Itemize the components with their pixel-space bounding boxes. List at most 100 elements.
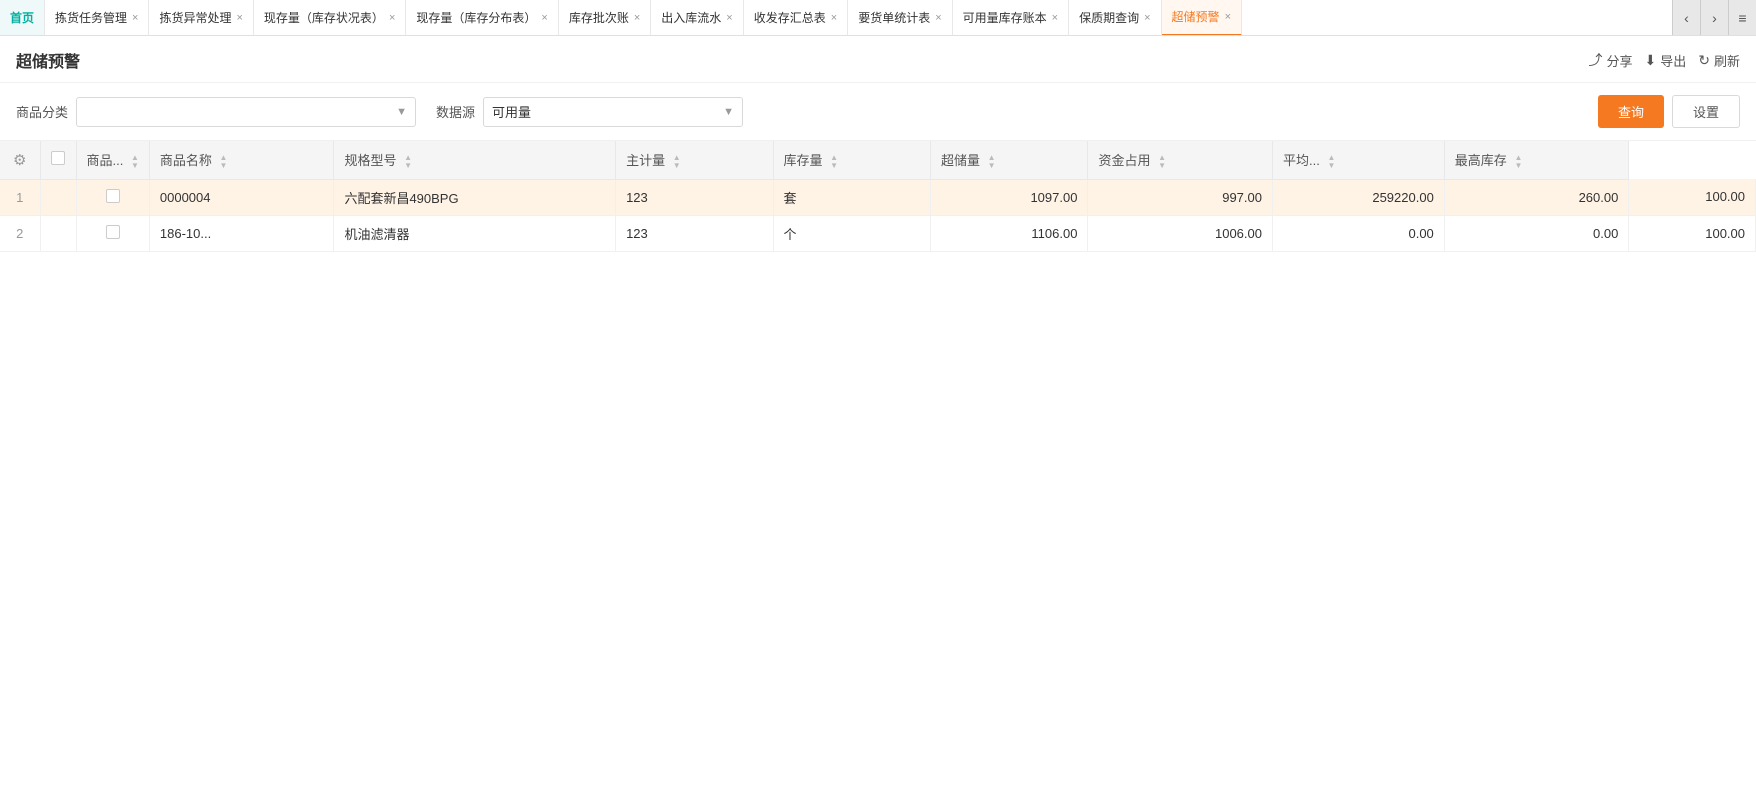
- nav-tab-abnormal-proc-label: 拣货异常处理: [159, 9, 231, 26]
- table-row[interactable]: 1 0000004 六配套新昌490BPG 123 套 1097.00 997.…: [0, 179, 1756, 215]
- col-header-stock-qty[interactable]: 库存量 ▲ ▼: [773, 141, 930, 179]
- row-checkbox-cell: [76, 179, 149, 215]
- nav-tab-batch-account-label: 库存批次账: [569, 9, 629, 26]
- close-icon[interactable]: ×: [726, 12, 732, 24]
- sort-icons: ▲ ▼: [131, 154, 139, 170]
- nav-tab-task-mgmt[interactable]: 拣货任务管理 ×: [45, 0, 149, 36]
- nav-next-button[interactable]: ›: [1700, 0, 1728, 36]
- col-header-unit[interactable]: 主计量 ▲ ▼: [616, 141, 773, 179]
- page-content: 超储预警 ⤴ 分享 ⬇ 导出 ↻ 刷新 商品分类 ▼ 数据源: [0, 36, 1756, 800]
- export-label: 导出: [1660, 51, 1686, 70]
- col-header-product-name-label: 商品名称: [160, 153, 212, 168]
- nav-tab-available-account-label: 可用量库存账本: [963, 9, 1047, 26]
- close-icon[interactable]: ×: [935, 12, 941, 24]
- nav-tab-inventory-status-label: 现存量（库存状况表）: [264, 9, 384, 26]
- settings-button[interactable]: 设置: [1672, 95, 1740, 128]
- close-icon[interactable]: ×: [389, 12, 395, 24]
- query-button[interactable]: 查询: [1598, 95, 1664, 128]
- col-header-max-stock[interactable]: 最高库存 ▲ ▼: [1444, 141, 1629, 179]
- close-icon[interactable]: ×: [236, 12, 242, 24]
- row-capital-occ: 0.00: [1272, 215, 1444, 251]
- row-stock-qty: 1097.00: [930, 179, 1087, 215]
- refresh-label: 刷新: [1714, 51, 1740, 70]
- nav-tab-demand-stats-label: 要货单统计表: [858, 9, 930, 26]
- nav-tab-expiry-check-label: 保质期查询: [1079, 9, 1139, 26]
- top-navigation: 首页 拣货任务管理 × 拣货异常处理 × 现存量（库存状况表） × 现存量（库存…: [0, 0, 1756, 36]
- nav-tab-batch-account[interactable]: 库存批次账 ×: [559, 0, 651, 36]
- page-title: 超储预警: [16, 48, 80, 72]
- sort-icons: ▲ ▼: [220, 154, 228, 170]
- category-select[interactable]: ▼: [76, 97, 416, 127]
- sort-icons: ▲ ▼: [1514, 154, 1522, 170]
- col-header-spec[interactable]: 规格型号 ▲ ▼: [334, 141, 616, 179]
- col-header-capital-occ[interactable]: 资金占用 ▲ ▼: [1088, 141, 1273, 179]
- close-icon[interactable]: ×: [634, 12, 640, 24]
- col-header-overstock-qty[interactable]: 超储量 ▲ ▼: [930, 141, 1087, 179]
- row-settings-cell: [40, 179, 76, 215]
- col-header-max-stock-label: 最高库存: [1455, 153, 1507, 168]
- nav-prev-button[interactable]: ‹: [1672, 0, 1700, 36]
- nav-tab-overstock-alert[interactable]: 超储预警 ×: [1162, 0, 1242, 36]
- filter-actions: 查询 设置: [1598, 95, 1740, 128]
- col-header-avg-price[interactable]: 平均... ▲ ▼: [1272, 141, 1444, 179]
- sort-down-icon: ▼: [1158, 162, 1166, 170]
- gear-icon[interactable]: ⚙: [13, 152, 26, 169]
- export-button[interactable]: ⬇ 导出: [1645, 51, 1687, 70]
- nav-tab-inventory-status[interactable]: 现存量（库存状况表） ×: [254, 0, 406, 36]
- row-checkbox[interactable]: [106, 189, 120, 203]
- nav-menu-button[interactable]: ≡: [1728, 0, 1756, 36]
- row-checkbox[interactable]: [106, 225, 120, 239]
- col-header-checkbox: [40, 141, 76, 179]
- row-product-code: 0000004: [149, 179, 334, 215]
- nav-tab-receive-send[interactable]: 收发存汇总表 ×: [744, 0, 848, 36]
- close-icon[interactable]: ×: [1052, 12, 1058, 24]
- nav-tab-available-account[interactable]: 可用量库存账本 ×: [953, 0, 1069, 36]
- sort-down-icon: ▼: [830, 162, 838, 170]
- nav-arrows: ‹ › ≡: [1672, 0, 1756, 36]
- sort-down-icon: ▼: [131, 162, 139, 170]
- nav-tab-inventory-dist[interactable]: 现存量（库存分布表） ×: [406, 0, 558, 36]
- col-header-capital-occ-label: 资金占用: [1098, 153, 1150, 168]
- row-max-stock: 100.00: [1629, 215, 1756, 251]
- datasource-select[interactable]: 可用量 ▼: [483, 97, 743, 127]
- refresh-button[interactable]: ↻ 刷新: [1698, 51, 1740, 70]
- nav-tab-inventory-dist-label: 现存量（库存分布表）: [416, 9, 536, 26]
- nav-tab-expiry-check[interactable]: 保质期查询 ×: [1069, 0, 1161, 36]
- close-icon[interactable]: ×: [1144, 12, 1150, 24]
- nav-tab-abnormal-proc[interactable]: 拣货异常处理 ×: [149, 0, 253, 36]
- header-checkbox[interactable]: [51, 151, 65, 165]
- row-max-stock: 100.00: [1629, 179, 1756, 215]
- sort-down-icon: ▼: [1327, 162, 1335, 170]
- close-icon[interactable]: ×: [831, 12, 837, 24]
- nav-tab-overstock-alert-label: 超储预警: [1172, 8, 1220, 25]
- close-icon[interactable]: ×: [132, 12, 138, 24]
- datasource-label: 数据源: [436, 102, 475, 121]
- col-header-stock-qty-label: 库存量: [784, 153, 823, 168]
- sort-icons: ▲ ▼: [673, 154, 681, 170]
- col-header-overstock-qty-label: 超储量: [941, 153, 980, 168]
- col-header-product-name[interactable]: 商品名称 ▲ ▼: [149, 141, 334, 179]
- sort-down-icon: ▼: [988, 162, 996, 170]
- close-icon[interactable]: ×: [1225, 11, 1231, 23]
- row-product-name: 机油滤清器: [334, 215, 616, 251]
- table-body: 1 0000004 六配套新昌490BPG 123 套 1097.00 997.…: [0, 179, 1756, 251]
- row-stock-qty: 1106.00: [930, 215, 1087, 251]
- row-spec: 123: [616, 215, 773, 251]
- sort-icons: ▲ ▼: [988, 154, 996, 170]
- table-row[interactable]: 2 186-10... 机油滤清器 123 个 1106.00 1006.00 …: [0, 215, 1756, 251]
- share-button[interactable]: ⤴ 分享: [1588, 50, 1632, 70]
- nav-tab-in-out-flow[interactable]: 出入库流水 ×: [651, 0, 743, 36]
- chevron-down-icon: ▼: [723, 106, 734, 118]
- row-product-name: 六配套新昌490BPG: [334, 179, 616, 215]
- row-capital-occ: 259220.00: [1272, 179, 1444, 215]
- data-table: ⚙ 商品... ▲ ▼ 商品名称: [0, 141, 1756, 252]
- nav-tab-demand-stats[interactable]: 要货单统计表 ×: [848, 0, 952, 36]
- sort-down-icon: ▼: [1514, 162, 1522, 170]
- close-icon[interactable]: ×: [541, 12, 547, 24]
- row-settings-cell: [40, 215, 76, 251]
- sort-icons: ▲ ▼: [830, 154, 838, 170]
- col-header-product-code[interactable]: 商品... ▲ ▼: [76, 141, 149, 179]
- nav-tab-home[interactable]: 首页: [0, 0, 45, 36]
- sort-down-icon: ▼: [673, 162, 681, 170]
- col-header-product-code-label: 商品...: [87, 153, 124, 168]
